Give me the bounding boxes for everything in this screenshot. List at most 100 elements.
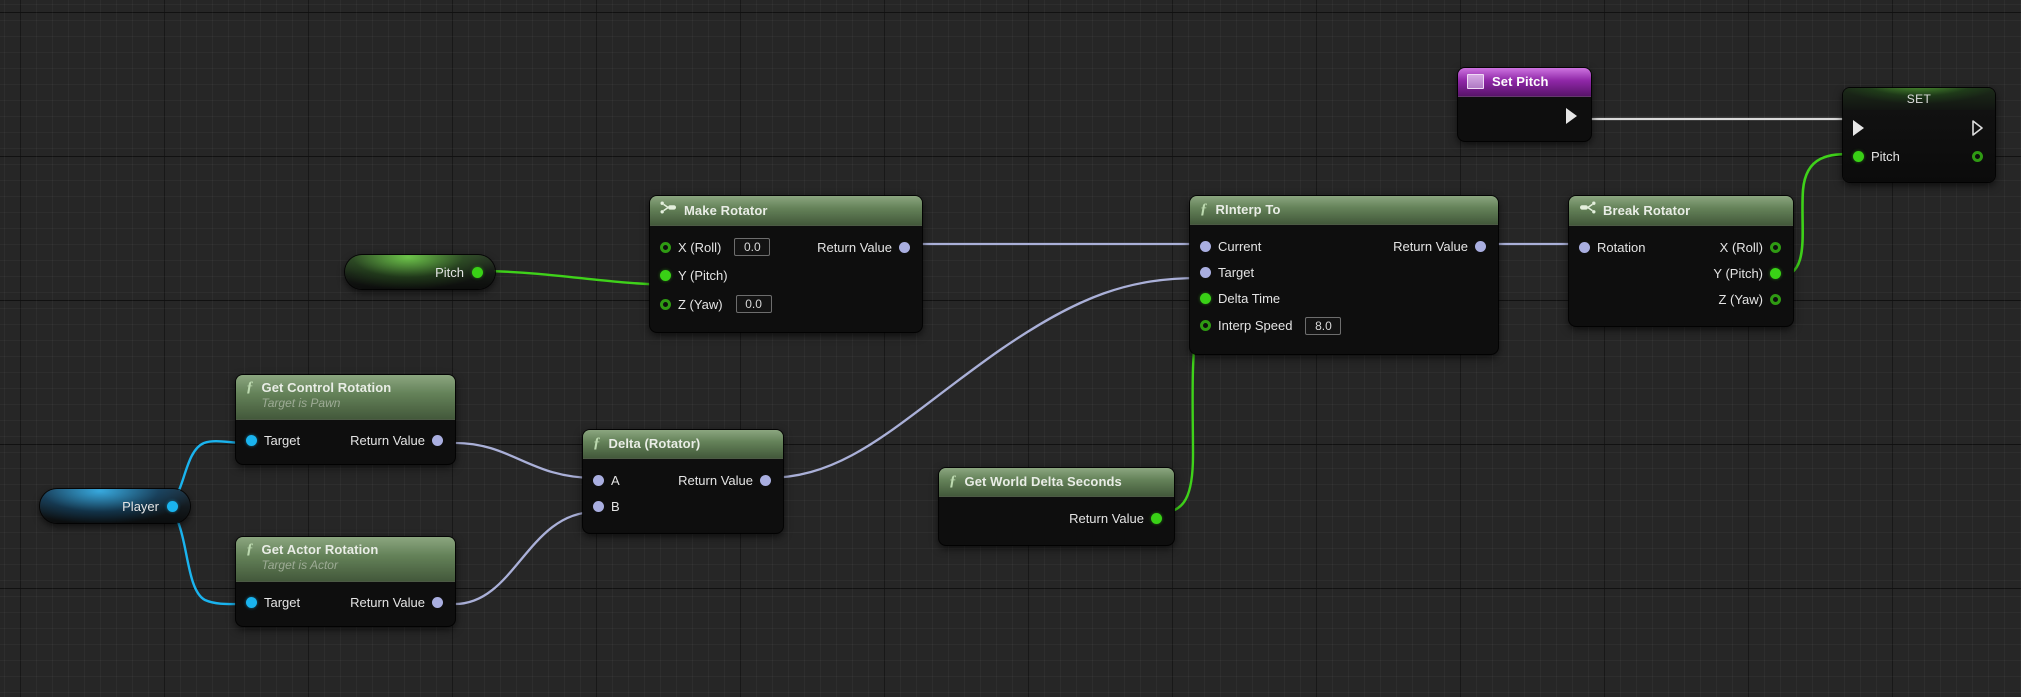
row-return-value[interactable]: Return Value xyxy=(939,505,1174,531)
target-pin-icon[interactable] xyxy=(246,434,257,446)
return-value-pin-icon[interactable] xyxy=(760,474,771,486)
return-value-pin-icon[interactable] xyxy=(899,241,910,253)
b-pin-icon[interactable] xyxy=(593,500,604,512)
blueprint-graph-canvas[interactable]: Set Pitch SET Pitch Make Rotator X (Roll… xyxy=(0,0,2021,697)
pitch-output-pin-icon[interactable] xyxy=(472,266,483,278)
pitch-output-pin-icon[interactable] xyxy=(1972,150,1983,162)
exec-output-pin-icon[interactable] xyxy=(1972,120,1983,136)
node-rinterp-to[interactable]: ƒ RInterp To Current Return Value Target xyxy=(1190,196,1498,354)
row-current[interactable]: Current Return Value xyxy=(1190,233,1498,259)
row-target[interactable]: Target xyxy=(1190,259,1498,285)
interp-speed-pin-icon[interactable] xyxy=(1200,320,1211,331)
row-z-yaw[interactable]: Z (Yaw) 0.0 xyxy=(650,290,922,318)
node-body: Target Return Value xyxy=(236,582,455,626)
input-side: Target xyxy=(246,595,300,610)
input-side: Delta Time xyxy=(1200,291,1280,306)
pin-label: Target xyxy=(264,432,301,448)
node-title: RInterp To xyxy=(1215,202,1281,217)
return-value-pin-icon[interactable] xyxy=(432,434,443,446)
y-pitch-pin-icon[interactable] xyxy=(1770,267,1781,279)
node-set-pitch-event[interactable]: Set Pitch xyxy=(1458,68,1591,141)
node-header[interactable]: Break Rotator xyxy=(1569,196,1793,226)
return-value-pin-icon[interactable] xyxy=(432,596,443,608)
delta-time-pin-icon[interactable] xyxy=(1200,292,1211,304)
row-a[interactable]: A Return Value xyxy=(583,467,783,493)
row-target[interactable]: Target Return Value xyxy=(236,589,455,615)
exec-input-pin-icon[interactable] xyxy=(1853,120,1864,136)
node-body: Pitch xyxy=(1843,110,1995,182)
output-side: Y (Pitch) xyxy=(1713,266,1781,281)
exec-output-row[interactable] xyxy=(1458,105,1591,127)
pin-label: Delta Time xyxy=(1218,290,1281,306)
input-side: Target xyxy=(1200,265,1254,280)
node-get-world-delta-seconds[interactable]: ƒ Get World Delta Seconds Return Value xyxy=(939,468,1174,545)
input-side: Y (Pitch) xyxy=(660,268,728,283)
node-header[interactable]: ƒ RInterp To xyxy=(1190,196,1498,225)
x-roll-pin-icon[interactable] xyxy=(1770,241,1781,253)
row-y-pitch[interactable]: Y (Pitch) xyxy=(1569,260,1793,286)
node-title: Make Rotator xyxy=(684,202,768,218)
input-side: A xyxy=(593,473,620,488)
return-value-pin-icon[interactable] xyxy=(1475,240,1486,252)
z-yaw-pin-icon[interactable] xyxy=(1770,293,1781,305)
node-header[interactable]: ƒ Get World Delta Seconds xyxy=(939,468,1174,497)
node-header[interactable]: Set Pitch xyxy=(1458,68,1591,97)
pin-label: Pitch xyxy=(1871,148,1900,164)
output-side: Return Value xyxy=(350,433,443,448)
row-rotation[interactable]: Rotation X (Roll) xyxy=(1569,234,1793,260)
x-roll-value-input[interactable]: 0.0 xyxy=(734,238,771,256)
row-delta-time[interactable]: Delta Time xyxy=(1190,285,1498,311)
function-f-icon: ƒ xyxy=(1200,201,1208,217)
node-title: Set Pitch xyxy=(1492,74,1549,89)
node-get-actor-rotation[interactable]: ƒ Get Actor Rotation Target is Actor Tar… xyxy=(236,537,455,626)
node-set-variable[interactable]: SET Pitch xyxy=(1843,88,1995,182)
return-value-label: Return Value xyxy=(350,594,425,610)
return-value-label: Return Value xyxy=(1069,510,1144,526)
a-pin-icon[interactable] xyxy=(593,474,604,486)
pin-label: Y (Pitch) xyxy=(678,267,728,283)
rotation-pin-icon[interactable] xyxy=(1579,241,1590,253)
x-roll-pin-icon[interactable] xyxy=(660,241,671,253)
node-header[interactable]: ƒ Delta (Rotator) xyxy=(583,430,783,459)
node-make-rotator[interactable]: Make Rotator X (Roll) 0.0 Return Value Y… xyxy=(650,196,922,332)
row-target[interactable]: Target Return Value xyxy=(236,427,455,453)
row-y-pitch[interactable]: Y (Pitch) xyxy=(650,260,922,290)
output-side: Return Value xyxy=(817,240,910,255)
exec-output-pin-icon[interactable] xyxy=(1566,108,1577,124)
input-side: Current xyxy=(1200,239,1261,254)
return-value-pin-icon[interactable] xyxy=(1151,512,1162,524)
node-player-variable[interactable]: Player xyxy=(40,489,190,523)
node-header[interactable]: ƒ Get Actor Rotation Target is Actor xyxy=(236,537,455,582)
node-header[interactable]: ƒ Get Control Rotation Target is Pawn xyxy=(236,375,455,420)
node-delta-rotator[interactable]: ƒ Delta (Rotator) A Return Value B xyxy=(583,430,783,533)
row-x-roll[interactable]: X (Roll) 0.0 Return Value xyxy=(650,234,922,260)
z-yaw-value-input[interactable]: 0.0 xyxy=(735,295,772,313)
z-yaw-pin-icon[interactable] xyxy=(660,298,671,310)
node-get-control-rotation[interactable]: ƒ Get Control Rotation Target is Pawn Ta… xyxy=(236,375,455,464)
function-f-icon: ƒ xyxy=(246,379,254,395)
pitch-input-pin-icon[interactable] xyxy=(1853,150,1864,162)
set-pitch-row[interactable]: Pitch xyxy=(1843,142,1995,170)
player-output-pin-icon[interactable] xyxy=(167,500,178,512)
node-body: Return Value xyxy=(939,497,1174,545)
header-texts: Get Control Rotation Target is Pawn xyxy=(262,380,392,410)
node-break-rotator[interactable]: Break Rotator Rotation X (Roll) Y (Pitch… xyxy=(1569,196,1793,326)
node-pitch-variable[interactable]: Pitch xyxy=(345,255,495,289)
target-pin-icon[interactable] xyxy=(1200,266,1211,278)
output-side: Z (Yaw) xyxy=(1718,292,1781,307)
return-value-label: Return Value xyxy=(350,432,425,448)
node-header[interactable]: Make Rotator xyxy=(650,196,922,226)
function-f-icon: ƒ xyxy=(246,541,254,557)
pin-label: Z (Yaw) xyxy=(678,296,723,312)
return-value-label: Return Value xyxy=(678,472,753,488)
current-pin-icon[interactable] xyxy=(1200,240,1211,252)
y-pitch-pin-icon[interactable] xyxy=(660,269,671,281)
interp-speed-value-input[interactable]: 8.0 xyxy=(1305,316,1342,335)
input-side: Pitch xyxy=(1853,149,1900,164)
row-b[interactable]: B xyxy=(583,493,783,519)
input-side: B xyxy=(593,499,620,514)
exec-row[interactable] xyxy=(1843,114,1995,142)
row-z-yaw[interactable]: Z (Yaw) xyxy=(1569,286,1793,312)
row-interp-speed[interactable]: Interp Speed 8.0 xyxy=(1190,311,1498,340)
target-pin-icon[interactable] xyxy=(246,596,257,608)
